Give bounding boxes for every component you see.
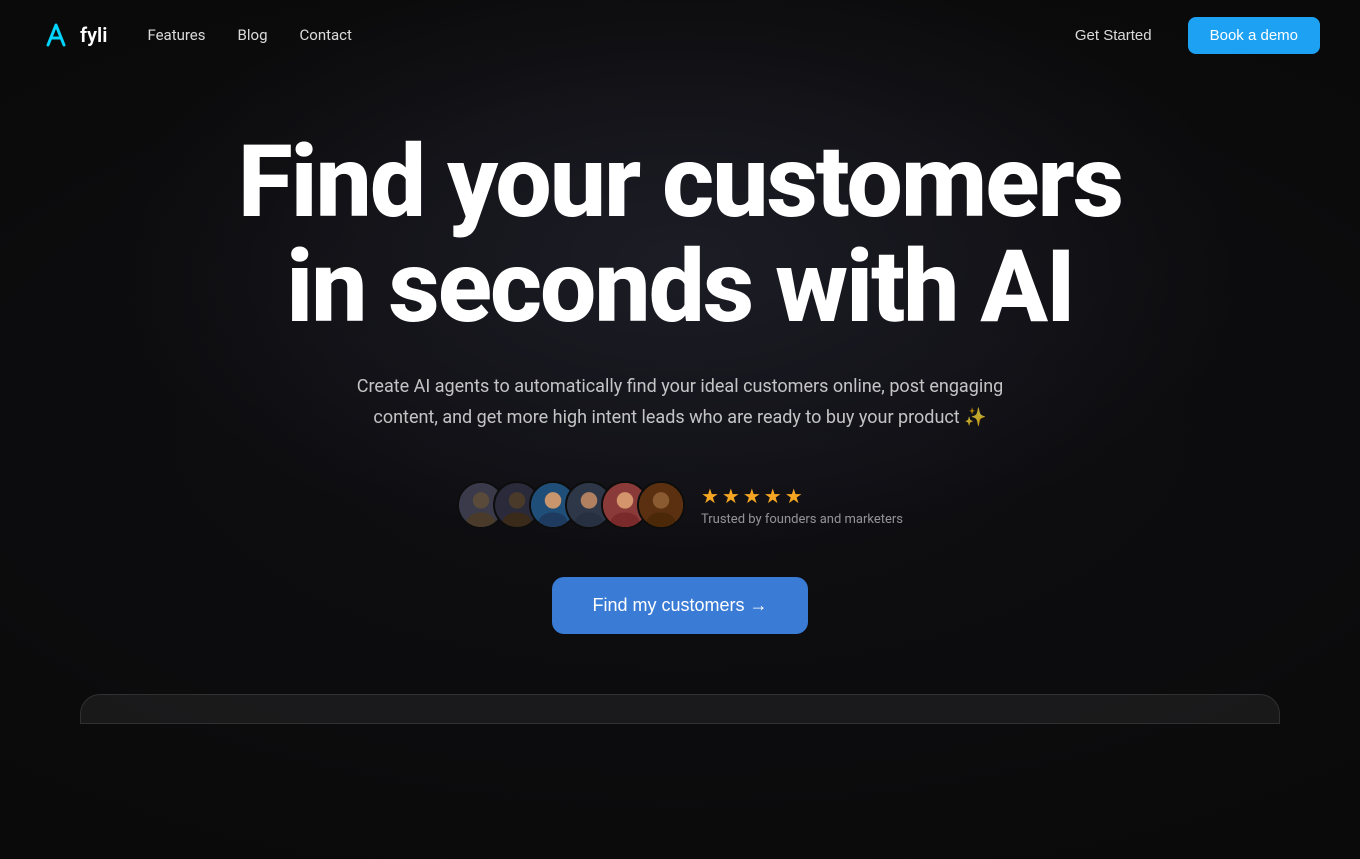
- star-3: ★: [743, 484, 761, 508]
- social-proof: ★ ★ ★ ★ ★ Trusted by founders and market…: [457, 481, 903, 529]
- nav-link-blog[interactable]: Blog: [238, 26, 268, 44]
- get-started-button[interactable]: Get Started: [1059, 19, 1168, 52]
- hero-section: Find your customers in seconds with AI C…: [0, 70, 1360, 764]
- hero-title: Find your customers in seconds with AI: [238, 130, 1122, 340]
- nav-links: Features Blog Contact: [147, 26, 352, 44]
- logo-text: fyli: [80, 23, 107, 47]
- trust-text: Trusted by founders and marketers: [701, 512, 903, 527]
- hero-title-line2: in seconds with AI: [286, 229, 1073, 346]
- bottom-card-hint: [80, 694, 1280, 724]
- book-demo-button[interactable]: Book a demo: [1188, 17, 1320, 54]
- nav-link-contact[interactable]: Contact: [300, 26, 352, 44]
- avatar: [637, 481, 685, 529]
- cta-label: Find my customers →: [592, 595, 767, 616]
- logo-icon: [40, 19, 72, 51]
- hero-title-line1: Find your customers: [238, 124, 1122, 241]
- avatar-group: [457, 481, 685, 529]
- star-2: ★: [722, 484, 740, 508]
- star-4: ★: [764, 484, 782, 508]
- hero-subtitle: Create AI agents to automatically find y…: [340, 372, 1020, 433]
- stars-trust: ★ ★ ★ ★ ★ Trusted by founders and market…: [701, 484, 903, 527]
- nav-right: Get Started Book a demo: [1059, 17, 1320, 54]
- star-rating: ★ ★ ★ ★ ★: [701, 484, 803, 508]
- find-customers-button[interactable]: Find my customers →: [552, 577, 807, 634]
- star-5: ★: [785, 484, 803, 508]
- nav-link-features[interactable]: Features: [147, 26, 205, 44]
- nav-left: fyli Features Blog Contact: [40, 19, 352, 51]
- star-1: ★: [701, 484, 719, 508]
- logo[interactable]: fyli: [40, 19, 107, 51]
- navbar: fyli Features Blog Contact Get Started B…: [0, 0, 1360, 70]
